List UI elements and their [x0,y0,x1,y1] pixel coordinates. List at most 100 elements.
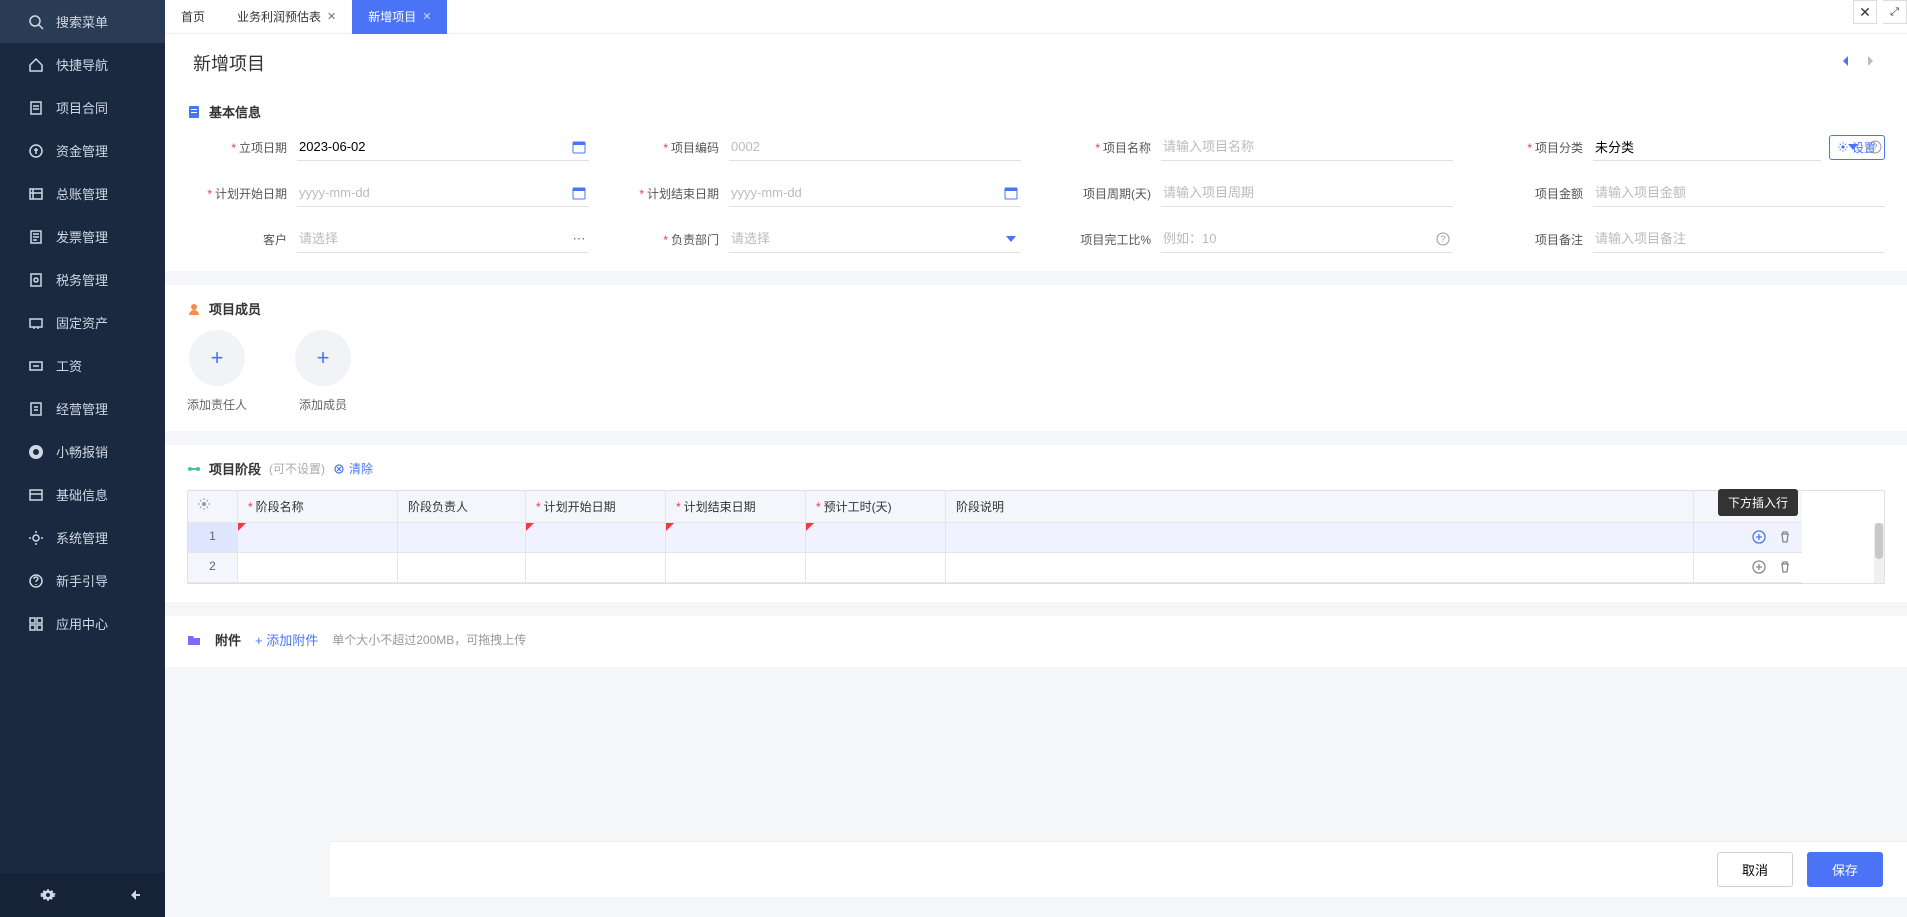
help-icon[interactable]: ? [1867,139,1883,155]
setup-date-input[interactable] [297,133,589,161]
stage-row[interactable]: 1下方插入行 [188,523,1884,553]
stage-col-2: 阶段负责人 [398,491,526,523]
stage-col-3: *计划开始日期 [526,491,666,523]
delete-row-icon[interactable] [1778,560,1794,576]
help-icon[interactable]: ? [1435,231,1451,247]
add-member-button[interactable]: + [295,330,351,386]
sidebar-item-5[interactable]: 发票管理 [0,215,165,258]
sidebar-item-3[interactable]: 资金管理 [0,129,165,172]
stages-section: 项目阶段 (可不设置) 清除 *阶段名称阶段负责人*计划开始日期*计划结束日期*… [165,445,1907,602]
amount-input[interactable] [1593,179,1885,207]
salary-icon [28,358,44,374]
sidebar-item-14[interactable]: 应用中心 [0,602,165,645]
stage-col-5: *预计工时(天) [806,491,946,523]
page-title: 新增项目 [193,50,265,76]
gear-icon[interactable] [198,498,227,510]
prev-arrow-icon[interactable] [1841,56,1855,70]
home-icon [28,57,44,73]
sidebar-item-1[interactable]: 快捷导航 [0,43,165,86]
progress-input[interactable] [1161,225,1453,253]
chevron-down-icon[interactable] [1003,231,1019,247]
stage-icon [187,462,201,476]
search-icon [28,14,44,30]
svg-text:?: ? [1872,142,1877,152]
plan-end-input[interactable] [729,179,1021,207]
reimb-icon [28,444,44,460]
gear-icon[interactable] [40,887,56,903]
chevron-down-icon[interactable] [1845,139,1861,155]
sidebar-item-8[interactable]: 工资 [0,344,165,387]
calendar-icon[interactable] [1003,185,1019,201]
sidebar-item-9[interactable]: 经营管理 [0,387,165,430]
window-close-button[interactable]: ✕ [1853,0,1877,24]
next-arrow-icon[interactable] [1865,56,1879,70]
save-button[interactable]: 保存 [1807,852,1883,887]
sys-icon [28,530,44,546]
category-select[interactable] [1593,133,1821,161]
doc-icon [187,105,201,119]
tab-0[interactable]: 首页 [165,0,221,34]
stage-row[interactable]: 2 [188,553,1884,583]
sidebar: 搜索菜单快捷导航项目合同资金管理总账管理发票管理税务管理固定资产工资经营管理小畅… [0,0,165,917]
clear-stages-link[interactable]: 清除 [333,460,373,477]
calendar-icon[interactable] [571,185,587,201]
dept-select[interactable] [729,225,1021,253]
info-icon [28,487,44,503]
attachments-section: 附件 + 添加附件 单个大小不超过200MB，可拖拽上传 [165,616,1907,667]
stage-col-1: *阶段名称 [238,491,398,523]
guide-icon [28,573,44,589]
sidebar-item-0[interactable]: 搜索菜单 [0,0,165,43]
sidebar-bottom [0,873,165,917]
stage-col-0 [188,491,238,523]
add-attachment-link[interactable]: + 添加附件 [255,630,318,649]
basic-info-section: 基本信息 *立项日期 *项目编码 *项目名称 *项目分类?设置 *计划开始日期 … [165,88,1907,271]
collapse-icon[interactable] [126,887,142,903]
folder-icon [187,633,201,647]
calendar-icon[interactable] [571,139,587,155]
tab-close-icon[interactable]: ✕ [422,10,431,23]
tab-1[interactable]: 业务利润预估表✕ [221,0,352,34]
cancel-button[interactable]: 取消 [1717,852,1793,887]
asset-icon [28,315,44,331]
biz-icon [28,401,44,417]
invoice-icon [28,229,44,245]
period-input[interactable] [1161,179,1453,207]
footer: 取消 保存 [330,841,1907,897]
code-input[interactable] [729,133,1021,161]
sidebar-item-4[interactable]: 总账管理 [0,172,165,215]
stage-col-6: 阶段说明 [946,491,1694,523]
customer-select[interactable] [297,225,589,253]
sidebar-item-12[interactable]: 系统管理 [0,516,165,559]
window-expand-button[interactable]: ⤢ [1883,0,1907,24]
tab-bar: 首页业务利润预估表✕新增项目✕ [165,0,1907,34]
tax-icon [28,272,44,288]
svg-text:?: ? [1440,234,1445,244]
add-owner-button[interactable]: + [189,330,245,386]
tooltip: 下方插入行 [1718,489,1798,516]
name-input[interactable] [1161,133,1453,161]
person-icon [187,302,201,316]
tab-close-icon[interactable]: ✕ [327,10,336,23]
more-icon[interactable]: ⋯ [571,231,587,247]
sidebar-item-11[interactable]: 基础信息 [0,473,165,516]
members-section: 项目成员 + 添加责任人 + 添加成员 [165,285,1907,431]
table-scrollbar[interactable] [1874,523,1884,583]
tab-2[interactable]: 新增项目✕ [352,0,447,34]
remark-input[interactable] [1593,225,1885,253]
basic-section-title: 基本信息 [209,102,261,121]
stage-table: *阶段名称阶段负责人*计划开始日期*计划结束日期*预计工时(天)阶段说明 1下方… [187,490,1885,584]
sidebar-item-6[interactable]: 税务管理 [0,258,165,301]
doc-icon [28,100,44,116]
stage-col-4: *计划结束日期 [666,491,806,523]
ledger-icon [28,186,44,202]
sidebar-item-13[interactable]: 新手引导 [0,559,165,602]
insert-row-icon[interactable] [1752,560,1768,576]
insert-row-icon[interactable] [1752,530,1768,546]
sidebar-item-7[interactable]: 固定资产 [0,301,165,344]
plan-start-input[interactable] [297,179,589,207]
sidebar-item-10[interactable]: 小畅报销 [0,430,165,473]
coin-icon [28,143,44,159]
sidebar-item-2[interactable]: 项目合同 [0,86,165,129]
apps-icon [28,616,44,632]
delete-row-icon[interactable] [1778,530,1794,546]
